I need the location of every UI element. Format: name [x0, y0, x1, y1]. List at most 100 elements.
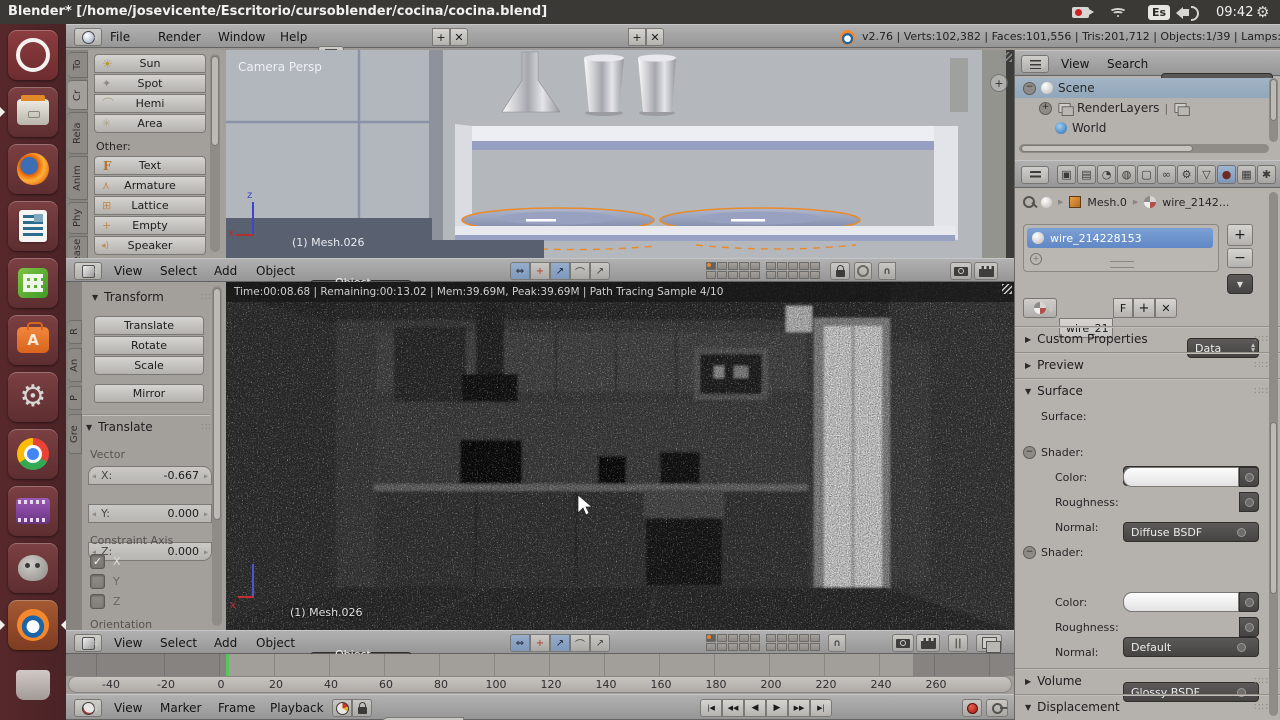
manipulator-scale-button[interactable]: ↗	[590, 262, 610, 280]
screen-layout-add-button[interactable]: +	[432, 28, 450, 46]
shelf-tab-create[interactable]: Cr	[68, 80, 88, 110]
launcher-item-video-editor[interactable]	[8, 486, 58, 536]
node-socket[interactable]	[1237, 527, 1246, 537]
add-empty-button[interactable]: + Empty	[94, 216, 206, 235]
clock[interactable]: 09:42	[1216, 0, 1253, 24]
expand-icon[interactable]: +	[1039, 101, 1052, 115]
shelf-tab-relations[interactable]: Rela	[68, 112, 88, 154]
timeline-area[interactable]: -40 -20 0 20 40 60 80 100 120 140 160 18…	[66, 654, 1014, 694]
manipulator-toggle[interactable]: ⇔	[510, 634, 530, 652]
manipulator-rotate-button[interactable]: ⌒	[570, 262, 590, 280]
panel-custom-properties[interactable]: ▶ Custom Properties ∷∷	[1025, 332, 1269, 346]
play-button[interactable]: ▶	[766, 699, 788, 717]
outliner-row-world[interactable]: World	[1015, 118, 1275, 138]
add-speaker-button[interactable]: ◂) Speaker	[94, 236, 206, 255]
screen-record-icon[interactable]	[1072, 0, 1094, 24]
menu-select[interactable]: Select	[160, 259, 197, 283]
tab-scene[interactable]: ◔	[1097, 165, 1116, 184]
add-slot-icon[interactable]: +	[1030, 253, 1042, 265]
launcher-item-files[interactable]	[8, 87, 58, 137]
remove-socket-icon[interactable]: −	[1023, 446, 1036, 459]
menu-frame[interactable]: Frame	[218, 696, 255, 720]
editor-type-button[interactable]	[74, 634, 102, 652]
tab-modifiers[interactable]: ⚙	[1177, 165, 1196, 184]
jump-to-end-button[interactable]: ▶|	[810, 699, 832, 717]
constraint-z-checkbox[interactable]	[90, 594, 105, 609]
slot-add-button[interactable]: +	[1227, 224, 1253, 246]
editor-type-button[interactable]	[74, 28, 102, 46]
redo-panel-header[interactable]: ▼ Translate ∷∷	[86, 420, 216, 434]
outliner-row-renderlayers[interactable]: + RenderLayers |	[1015, 98, 1275, 118]
rotate-button[interactable]: Rotate	[94, 336, 204, 355]
properties-vscrollbar[interactable]	[1269, 192, 1278, 716]
next-keyframe-button[interactable]: ▶▶	[788, 699, 810, 717]
material-slot-selected[interactable]: wire_214228153	[1027, 228, 1213, 248]
menu-view[interactable]: View	[114, 631, 142, 655]
camera-viewport[interactable]: Camera Persp (1) Mesh.026 z x +	[226, 50, 1014, 258]
add-spot-button[interactable]: ✦ Spot	[94, 74, 206, 93]
material-unlink-button[interactable]: ✕	[1155, 298, 1177, 318]
launcher-item-calc[interactable]	[8, 258, 58, 308]
tab-texture[interactable]: ▦	[1237, 165, 1256, 184]
shader1-select[interactable]: Diffuse BSDF	[1123, 522, 1259, 542]
opengl-render-button[interactable]	[892, 634, 914, 652]
tool-panel-scrollbar[interactable]	[212, 286, 222, 626]
translate-button[interactable]: Translate	[94, 316, 204, 335]
breadcrumb-material[interactable]: wire_2142...	[1162, 196, 1229, 209]
launcher-item-gimp[interactable]	[8, 543, 58, 593]
tool-shelf-scrollbar[interactable]	[210, 54, 220, 252]
editor-type-button[interactable]	[1021, 55, 1049, 73]
snap-toggle-button[interactable]: ∩	[828, 634, 846, 652]
scale-button[interactable]: Scale	[94, 356, 204, 375]
auto-keyframe-button[interactable]	[962, 699, 982, 717]
menu-select[interactable]: Select	[160, 631, 197, 655]
menu-help[interactable]: Help	[280, 25, 307, 49]
current-frame-marker[interactable]	[226, 654, 229, 676]
manipulator-active-button[interactable]: ↗	[550, 262, 570, 280]
menu-playback[interactable]: Playback	[270, 696, 324, 720]
panel-volume[interactable]: ▶ Volume ∷∷	[1025, 674, 1269, 688]
menu-view[interactable]: View	[1061, 52, 1089, 76]
launcher-item-writer[interactable]	[8, 201, 58, 251]
opengl-render-button[interactable]	[950, 262, 972, 280]
open-properties-region-button[interactable]: +	[990, 74, 1008, 92]
preview-range-button[interactable]	[332, 699, 352, 717]
launcher-item-software-center[interactable]: A	[8, 315, 58, 365]
menu-object[interactable]: Object	[256, 259, 295, 283]
launcher-item-blender[interactable]	[8, 600, 58, 650]
tab-object[interactable]: ▢	[1137, 165, 1156, 184]
constraint-y-checkbox[interactable]	[90, 574, 105, 589]
pin-icon[interactable]	[1023, 196, 1038, 209]
collapse-icon[interactable]: −	[1023, 81, 1036, 95]
tab-constraints[interactable]: ∞	[1157, 165, 1176, 184]
scene-add-button[interactable]: +	[628, 28, 646, 46]
editor-type-button[interactable]	[74, 699, 102, 717]
outliner-hscrollbar[interactable]	[1019, 144, 1269, 153]
tab-object-data[interactable]: ▽	[1197, 165, 1216, 184]
menu-window[interactable]: Window	[218, 25, 265, 49]
launcher-item-settings[interactable]: ⚙	[8, 372, 58, 422]
launcher-item-trash[interactable]	[8, 660, 58, 710]
lock-range-button[interactable]	[352, 699, 372, 717]
layers-widget[interactable]	[706, 634, 760, 651]
render-viewport[interactable]: Time:00:08.68 | Remaining:00:13.02 | Mem…	[226, 282, 1014, 630]
shelf-tab-animation[interactable]: Anim	[68, 156, 88, 200]
menu-marker[interactable]: Marker	[160, 696, 201, 720]
menu-object[interactable]: Object	[256, 631, 295, 655]
manipulator-rotate-button[interactable]: ⌒	[570, 634, 590, 652]
menu-view[interactable]: View	[114, 259, 142, 283]
panel-tab-grease[interactable]: Gre	[68, 414, 82, 454]
render-pause-button[interactable]: ||	[948, 634, 968, 652]
timeline-ruler[interactable]: -40 -20 0 20 40 60 80 100 120 140 160 18…	[68, 676, 1012, 693]
material-add-button[interactable]: +	[1133, 298, 1155, 318]
breadcrumb-object[interactable]: Mesh.0	[1087, 196, 1126, 209]
tab-render[interactable]: ▣	[1057, 165, 1076, 184]
editor-type-button[interactable]	[1021, 166, 1049, 184]
area-resize-corner[interactable]	[1002, 284, 1012, 294]
fake-user-button[interactable]: F	[1113, 298, 1133, 318]
outliner-row-scene[interactable]: − Scene	[1015, 78, 1275, 98]
manipulator-active-button[interactable]: ↗	[550, 634, 570, 652]
manipulator-toggle[interactable]: ⇔	[510, 262, 530, 280]
play-reverse-button[interactable]: ◀	[744, 699, 766, 717]
proportional-edit-button[interactable]	[854, 262, 872, 280]
